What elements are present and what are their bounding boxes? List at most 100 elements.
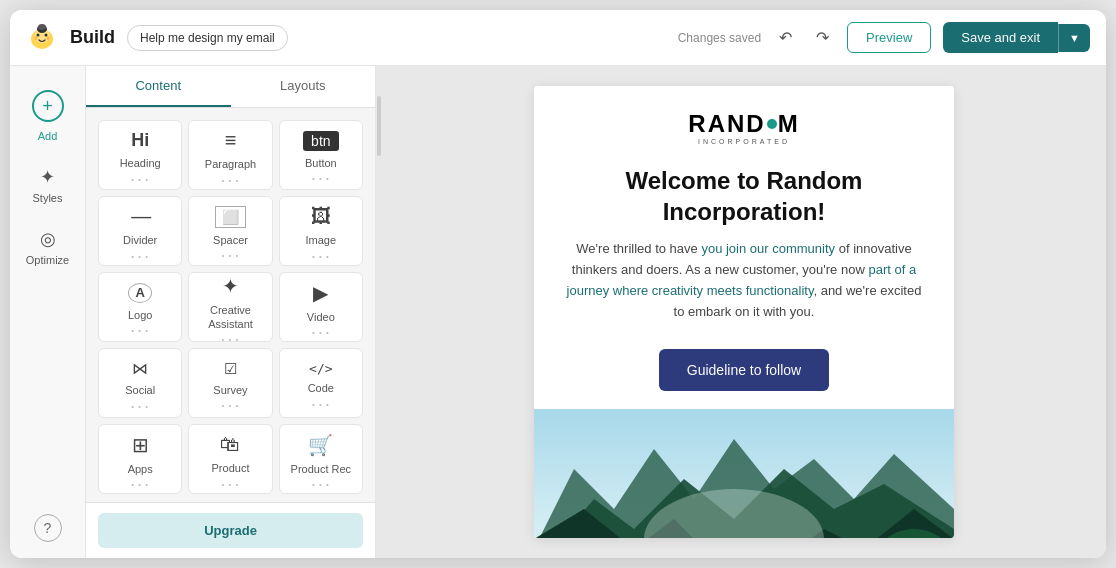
logo-rand: RAND (688, 110, 765, 138)
divider-label: Divider (123, 234, 157, 247)
panel-item-survey[interactable]: ☑ Survey • • • (188, 348, 272, 418)
product-rec-icon: 🛒 (308, 433, 333, 457)
email-cta-button[interactable]: Guideline to follow (659, 349, 829, 391)
save-exit-group: Save and exit ▼ (943, 22, 1090, 53)
paragraph-dots: • • • (222, 176, 240, 185)
main-content: + Add ✦ Styles ◎ Optimize ? Content Layo… (10, 66, 1106, 558)
panel-item-heading[interactable]: Hi Heading • • • (98, 120, 182, 190)
button-icon: btn (303, 131, 338, 151)
content-panel: Content Layouts Hi Heading • • • ≡ Parag… (86, 66, 376, 558)
highlight-part: part of a journey where creativity meets… (567, 262, 917, 298)
optimize-label: Optimize (26, 254, 69, 266)
image-label: Image (306, 234, 337, 247)
heading-label: Heading (120, 157, 161, 170)
heading-icon: Hi (131, 130, 149, 151)
panel-item-spacer[interactable]: ⬜ Spacer • • • (188, 196, 272, 266)
save-exit-button[interactable]: Save and exit (943, 22, 1058, 53)
add-icon[interactable]: + (32, 90, 64, 122)
save-status: Changes saved (678, 31, 761, 45)
logo-icon: A (128, 283, 152, 303)
email-cta-section: Guideline to follow (534, 339, 954, 409)
product-dots: • • • (222, 480, 240, 489)
svg-point-5 (47, 36, 50, 40)
social-icon: ⋈ (132, 359, 148, 378)
survey-label: Survey (213, 384, 247, 397)
nav-optimize[interactable]: ◎ Optimize (18, 220, 78, 274)
nav-bottom: ? (34, 514, 62, 542)
creative-dots: • • • (222, 335, 240, 344)
panel-item-apps[interactable]: ⊞ Apps • • • (98, 424, 182, 494)
image-icon: 🖼 (311, 205, 331, 228)
help-design-button[interactable]: Help me design my email (127, 25, 288, 51)
panel-item-button[interactable]: btn Button • • • (279, 120, 363, 190)
survey-icon: ☑ (224, 360, 237, 378)
add-label: Add (38, 130, 58, 142)
logo-dots: • • • (131, 326, 149, 335)
social-dots: • • • (131, 402, 149, 411)
panel-scroll-thumb (377, 96, 381, 156)
paragraph-icon: ≡ (225, 129, 237, 152)
topbar: Build Help me design my email Changes sa… (10, 10, 1106, 66)
email-logo: RAND M (688, 110, 799, 138)
nav-styles[interactable]: ✦ Styles (18, 158, 78, 212)
apps-icon: ⊞ (132, 433, 149, 457)
logo-label: Logo (128, 309, 152, 322)
help-icon[interactable]: ? (34, 514, 62, 542)
product-label: Product (212, 462, 250, 475)
code-icon: </> (309, 361, 332, 376)
panel-item-product-rec[interactable]: 🛒 Product Rec • • • (279, 424, 363, 494)
spacer-label: Spacer (213, 234, 248, 247)
logo-incorporated: INCORPORATED (558, 138, 930, 145)
undo-button[interactable]: ↶ (773, 24, 798, 51)
panel-item-social[interactable]: ⋈ Social • • • (98, 348, 182, 418)
panel-item-logo[interactable]: A Logo • • • (98, 272, 182, 342)
upgrade-button[interactable]: Upgrade (98, 513, 363, 548)
nav-add[interactable]: + Add (18, 82, 78, 150)
styles-label: Styles (33, 192, 63, 204)
email-image-section (534, 409, 954, 538)
email-body-text: We're thrilled to have you join our comm… (566, 239, 922, 322)
paragraph-label: Paragraph (205, 158, 256, 171)
canvas-area: RAND M INCORPORATED Welcome to Random In… (382, 66, 1106, 558)
logo-m: M (778, 110, 800, 138)
content-grid: Hi Heading • • • ≡ Paragraph • • • btn B… (86, 108, 375, 502)
preview-button[interactable]: Preview (847, 22, 931, 53)
product-rec-label: Product Rec (291, 463, 352, 476)
tab-content[interactable]: Content (86, 66, 231, 107)
apps-dots: • • • (131, 480, 149, 489)
panel-item-code[interactable]: </> Code • • • (279, 348, 363, 418)
survey-dots: • • • (222, 401, 240, 410)
creative-icon: ✦ (222, 274, 239, 298)
code-label: Code (308, 382, 334, 395)
product-rec-dots: • • • (312, 480, 330, 489)
panel-item-creative[interactable]: ✦ Creative Assistant • • • (188, 272, 272, 342)
apps-label: Apps (128, 463, 153, 476)
divider-icon: — (131, 205, 149, 228)
tab-layouts[interactable]: Layouts (231, 66, 376, 107)
save-exit-caret[interactable]: ▼ (1058, 24, 1090, 52)
mountain-landscape (534, 409, 954, 538)
app-title: Build (70, 27, 115, 48)
styles-icon: ✦ (40, 166, 55, 188)
mailchimp-icon (26, 22, 58, 54)
panel-item-image[interactable]: 🖼 Image • • • (279, 196, 363, 266)
social-label: Social (125, 384, 155, 397)
panel-item-video[interactable]: ▶ Video • • • (279, 272, 363, 342)
icon-nav: + Add ✦ Styles ◎ Optimize ? (10, 66, 86, 558)
video-label: Video (307, 311, 335, 324)
panel-scrollbar[interactable] (376, 66, 382, 558)
creative-label: Creative Assistant (208, 304, 253, 330)
panel-item-product[interactable]: 🛍 Product • • • (188, 424, 272, 494)
svg-point-4 (35, 36, 38, 40)
email-logo-section: RAND M INCORPORATED (534, 86, 954, 155)
heading-dots: • • • (131, 175, 149, 184)
email-heading-section: Welcome to Random Incorporation! (534, 155, 954, 235)
product-icon: 🛍 (220, 433, 240, 456)
panel-item-paragraph[interactable]: ≡ Paragraph • • • (188, 120, 272, 190)
redo-button[interactable]: ↷ (810, 24, 835, 51)
optimize-icon: ◎ (40, 228, 56, 250)
panel-item-divider[interactable]: — Divider • • • (98, 196, 182, 266)
spacer-icon: ⬜ (215, 206, 246, 228)
brand-logo (26, 22, 58, 54)
highlight-you: you join our community (701, 241, 835, 256)
